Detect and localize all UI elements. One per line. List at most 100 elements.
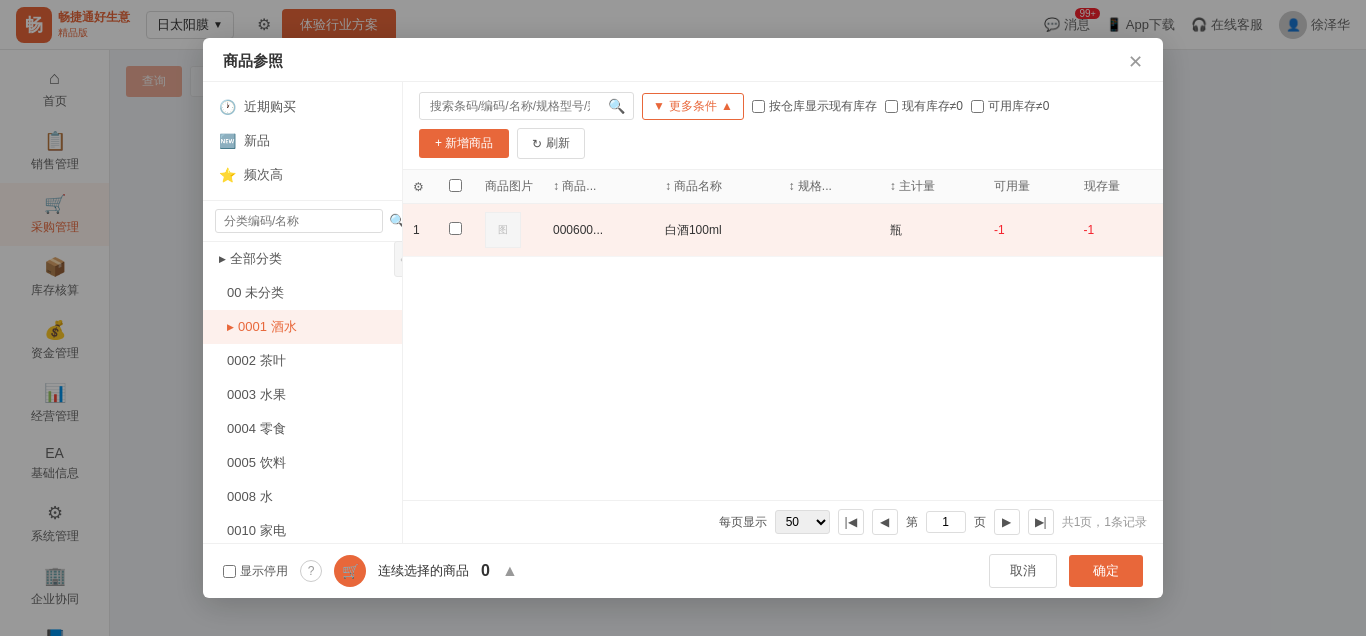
cell-stock: -1 <box>1074 204 1164 257</box>
th-name[interactable]: ↕ 商品名称 <box>655 170 779 204</box>
filter-more-btn[interactable]: ▼ 更多条件 ▲ <box>642 93 744 120</box>
cell-index: 1 <box>403 204 439 257</box>
checkbox-avail-ne0-text: 可用库存≠0 <box>988 98 1049 115</box>
arrow-icon-all: ▶ <box>219 254 226 264</box>
chevron-up-icon: ▲ <box>721 99 733 113</box>
cat-item-0008[interactable]: 0008 水 <box>203 480 402 514</box>
cat-label-all: 全部分类 <box>230 250 282 268</box>
checkbox-avail-ne0-label[interactable]: 可用库存≠0 <box>971 98 1049 115</box>
cell-spec <box>778 204 879 257</box>
cell-check[interactable] <box>439 204 475 257</box>
cat-item-all[interactable]: ▶ 全部分类 <box>203 242 402 276</box>
left-panel: 🕐 近期购买 🆕 新品 ⭐ 频次高 « 🔍 <box>203 82 403 543</box>
first-page-btn[interactable]: |◀ <box>838 509 864 535</box>
cat-item-00[interactable]: 00 未分类 <box>203 276 402 310</box>
cat-item-0002[interactable]: 0002 茶叶 <box>203 344 402 378</box>
page-input[interactable] <box>926 511 966 533</box>
cat-search-icon[interactable]: 🔍 <box>389 213 403 229</box>
cancel-btn[interactable]: 取消 <box>989 554 1057 588</box>
confirm-btn[interactable]: 确定 <box>1069 555 1143 587</box>
row-checkbox[interactable] <box>449 222 462 235</box>
tab-new-label: 新品 <box>244 132 270 150</box>
prev-page-btn[interactable]: ◀ <box>872 509 898 535</box>
refresh-label: 刷新 <box>546 135 570 152</box>
cat-label-0010: 0010 家电 <box>227 522 286 540</box>
cat-item-0005[interactable]: 0005 饮料 <box>203 446 402 480</box>
product-reference-modal: 商品参照 ✕ 🕐 近期购买 🆕 新品 ⭐ 频次高 <box>203 38 1163 598</box>
page-label: 第 <box>906 514 918 531</box>
show-disabled-text: 显示停用 <box>240 563 288 580</box>
cell-img: 图 <box>475 204 543 257</box>
filter-icon: ▼ <box>653 99 665 113</box>
total-info: 共1页，1条记录 <box>1062 514 1147 531</box>
page-suffix: 页 <box>974 514 986 531</box>
modal-footer: 显示停用 ? 🛒 连续选择的商品 0 ▲ 取消 确定 <box>203 543 1163 598</box>
next-page-btn[interactable]: ▶ <box>994 509 1020 535</box>
table-row[interactable]: 1 图 000600... 白酒100ml 瓶 -1 <box>403 204 1163 257</box>
arrow-icon-0001: ▶ <box>227 322 234 332</box>
cat-item-0003[interactable]: 0003 水果 <box>203 378 402 412</box>
cat-label-0005: 0005 饮料 <box>227 454 286 472</box>
cart-icon[interactable]: 🛒 <box>334 555 366 587</box>
cat-item-0010[interactable]: 0010 家电 <box>203 514 402 543</box>
cat-search-input[interactable] <box>215 209 383 233</box>
tab-new[interactable]: 🆕 新品 <box>203 124 402 158</box>
cart-label: 连续选择的商品 <box>378 562 469 580</box>
new-icon: 🆕 <box>219 133 236 149</box>
checkbox-stock-ne0-text: 现有库存≠0 <box>902 98 963 115</box>
collapse-cart-icon[interactable]: ▲ <box>502 562 518 580</box>
checkbox-stock-ne0[interactable] <box>885 100 898 113</box>
tab-recent-label: 近期购买 <box>244 98 296 116</box>
modal-body: 🕐 近期购买 🆕 新品 ⭐ 频次高 « 🔍 <box>203 82 1163 543</box>
show-disabled-checkbox[interactable] <box>223 565 236 578</box>
cat-label-0001: 0001 酒水 <box>238 318 297 336</box>
category-list: ▶ 全部分类 00 未分类 ▶ 0001 酒水 0002 茶叶 0003 水果 <box>203 242 402 543</box>
cat-label-0004: 0004 零食 <box>227 420 286 438</box>
cat-item-0001[interactable]: ▶ 0001 酒水 <box>203 310 402 344</box>
cat-search-row: 🔍 <box>203 201 402 242</box>
checkbox-show-stock[interactable] <box>752 100 765 113</box>
cat-label-00: 00 未分类 <box>227 284 284 302</box>
product-image: 图 <box>485 212 521 248</box>
checkbox-show-stock-label[interactable]: 按仓库显示现有库存 <box>752 98 877 115</box>
filter-more-label: 更多条件 <box>669 98 717 115</box>
cell-code: 000600... <box>543 204 655 257</box>
select-all-checkbox[interactable] <box>449 179 462 192</box>
add-product-btn[interactable]: + 新增商品 <box>419 129 509 158</box>
cell-unit: 瓶 <box>880 204 984 257</box>
cart-count: 0 <box>481 562 490 580</box>
per-page-select[interactable]: 50 10 20 100 <box>775 510 830 534</box>
product-search-icon[interactable]: 🔍 <box>600 93 633 119</box>
checkbox-stock-ne0-label[interactable]: 现有库存≠0 <box>885 98 963 115</box>
refresh-btn[interactable]: ↻ 刷新 <box>517 128 585 159</box>
collapse-panel-btn[interactable]: « <box>394 241 403 277</box>
recent-icon: 🕐 <box>219 99 236 115</box>
checkbox-avail-ne0[interactable] <box>971 100 984 113</box>
product-table-area: ⚙ 商品图片 ↕ 商品... ↕ 商品名称 <box>403 170 1163 500</box>
th-settings[interactable]: ⚙ <box>403 170 439 204</box>
tab-freq-label: 频次高 <box>244 166 283 184</box>
checkbox-show-stock-text: 按仓库显示现有库存 <box>769 98 877 115</box>
th-code[interactable]: ↕ 商品... <box>543 170 655 204</box>
table-header-row: ⚙ 商品图片 ↕ 商品... ↕ 商品名称 <box>403 170 1163 204</box>
star-icon: ⭐ <box>219 167 236 183</box>
modal-header: 商品参照 ✕ <box>203 38 1163 82</box>
th-unit[interactable]: ↕ 主计量 <box>880 170 984 204</box>
product-search-input[interactable] <box>420 94 600 118</box>
right-panel: 🔍 ▼ 更多条件 ▲ 按仓库显示现有库存 现有库存≠0 可用库存≠0 <box>403 82 1163 543</box>
cell-name: 白酒100ml <box>655 204 779 257</box>
toolbar: 🔍 ▼ 更多条件 ▲ 按仓库显示现有库存 现有库存≠0 可用库存≠0 <box>403 82 1163 170</box>
th-spec[interactable]: ↕ 规格... <box>778 170 879 204</box>
modal-close-btn[interactable]: ✕ <box>1128 53 1143 71</box>
tab-recent[interactable]: 🕐 近期购买 <box>203 90 402 124</box>
show-disabled-label[interactable]: 显示停用 <box>223 563 288 580</box>
tab-freq[interactable]: ⭐ 频次高 <box>203 158 402 192</box>
cat-item-0004[interactable]: 0004 零食 <box>203 412 402 446</box>
help-icon[interactable]: ? <box>300 560 322 582</box>
cat-label-0008: 0008 水 <box>227 488 273 506</box>
cell-avail: -1 <box>984 204 1073 257</box>
last-page-btn[interactable]: ▶| <box>1028 509 1054 535</box>
product-search-wrap: 🔍 <box>419 92 634 120</box>
th-avail: 可用量 <box>984 170 1073 204</box>
table-body: 1 图 000600... 白酒100ml 瓶 -1 <box>403 204 1163 257</box>
